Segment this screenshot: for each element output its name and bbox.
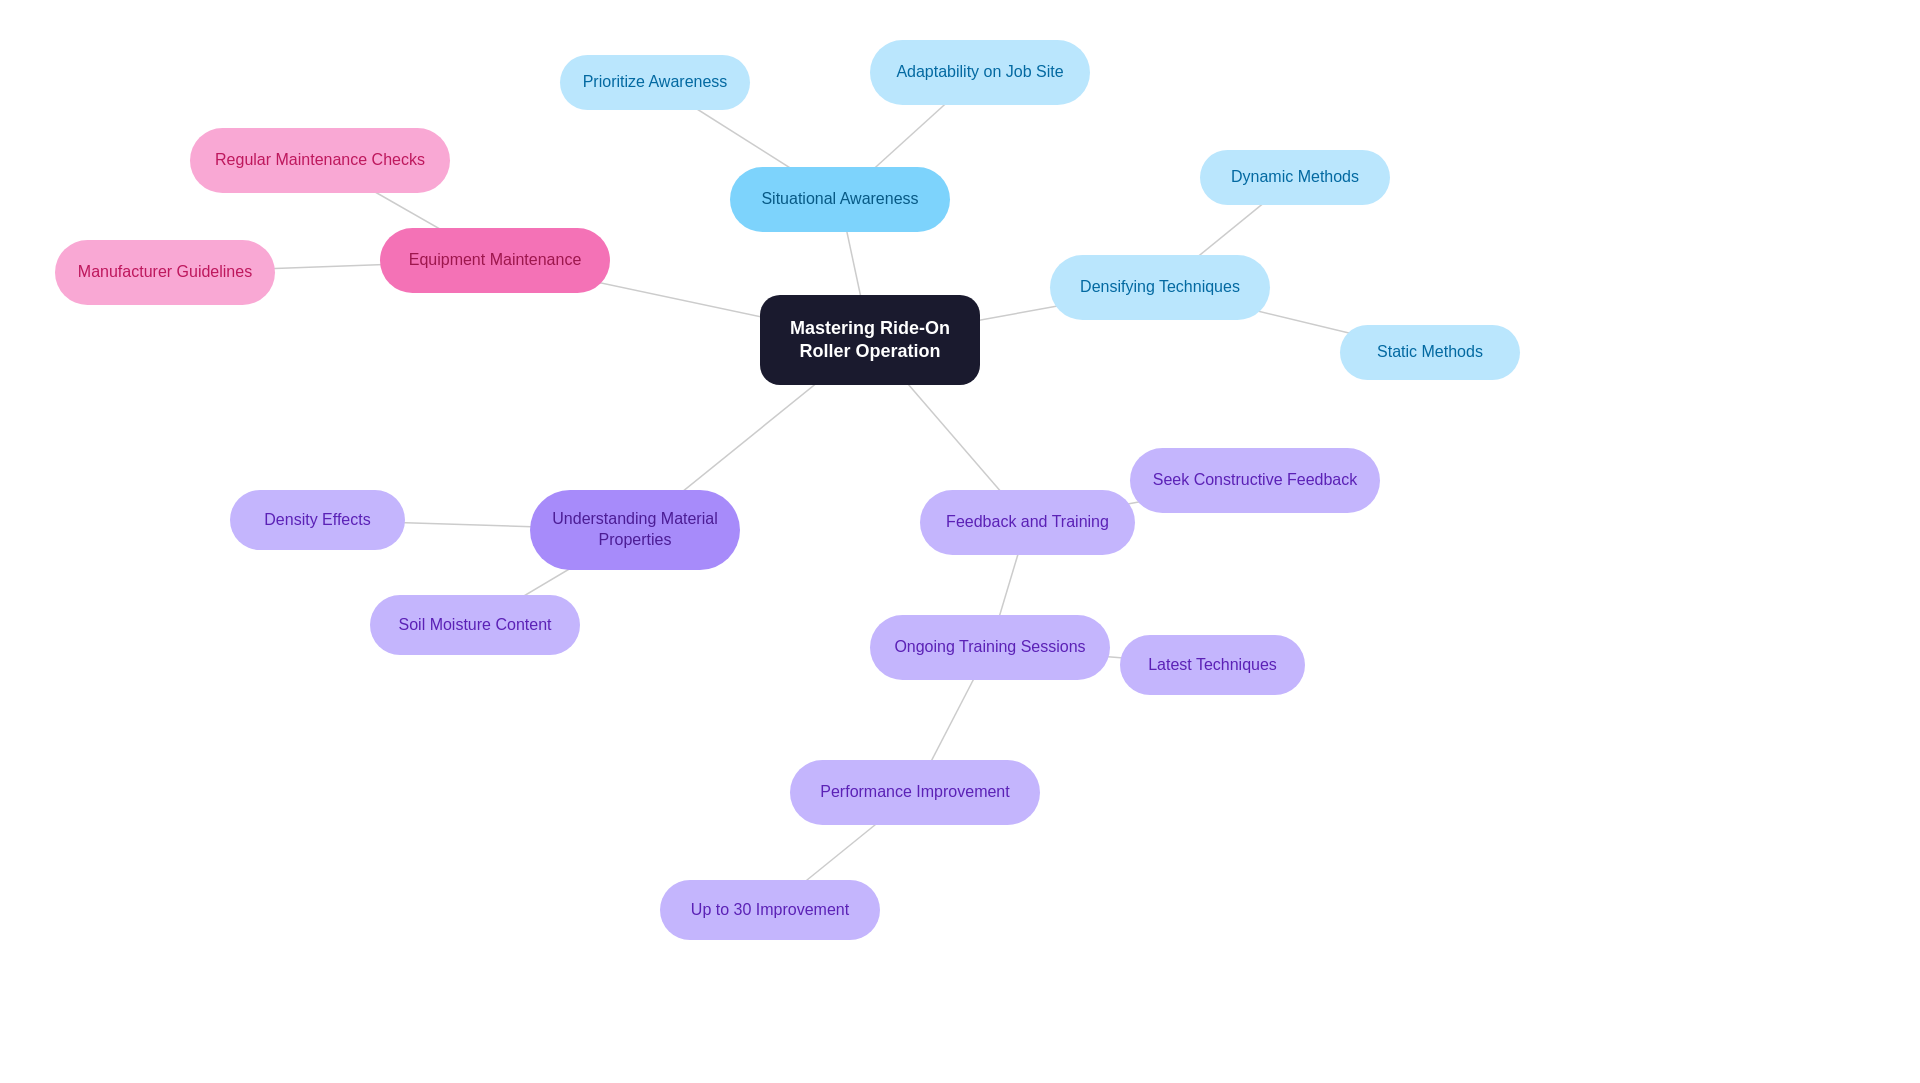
node-seek_feedback: Seek Constructive Feedback [1130,448,1380,513]
node-performance_improvement: Performance Improvement [790,760,1040,825]
node-density_effects: Density Effects [230,490,405,550]
node-ongoing_training: Ongoing Training Sessions [870,615,1110,680]
node-latest_techniques: Latest Techniques [1120,635,1305,695]
node-prioritize_awareness: Prioritize Awareness [560,55,750,110]
node-soil_moisture: Soil Moisture Content [370,595,580,655]
node-feedback_training: Feedback and Training [920,490,1135,555]
node-regular_maintenance: Regular Maintenance Checks [190,128,450,193]
node-manufacturer_guidelines: Manufacturer Guidelines [55,240,275,305]
node-up_to_30: Up to 30 Improvement [660,880,880,940]
node-center: Mastering Ride-On Roller Operation [760,295,980,385]
node-adaptability: Adaptability on Job Site [870,40,1090,105]
node-situational_awareness: Situational Awareness [730,167,950,232]
node-understanding_material: Understanding Material Properties [530,490,740,570]
node-dynamic_methods: Dynamic Methods [1200,150,1390,205]
node-equipment_maintenance: Equipment Maintenance [380,228,610,293]
node-static_methods: Static Methods [1340,325,1520,380]
node-densifying_techniques: Densifying Techniques [1050,255,1270,320]
mindmap-container: Mastering Ride-On Roller Operation Equipm… [0,0,1920,1083]
